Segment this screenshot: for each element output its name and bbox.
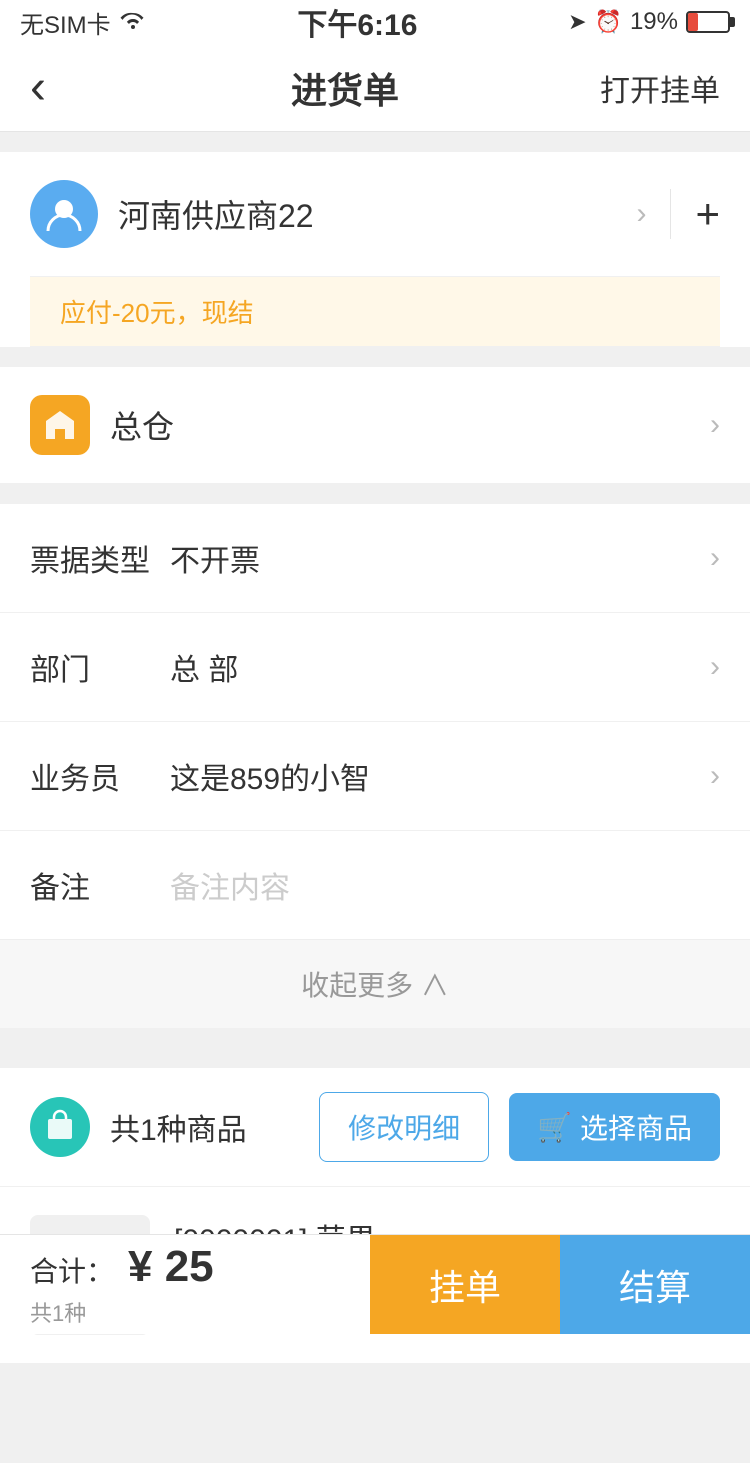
battery-icon [686,11,730,33]
battery-label: 19% [630,8,678,36]
department-row[interactable]: 部门 总 部 › [0,612,750,721]
salesperson-value: 这是859的小智 [170,754,710,798]
department-value: 总 部 [170,645,710,689]
warehouse-row[interactable]: 总仓 › [30,367,720,483]
bottom-total: 合计： ¥ 25 共1种 [0,1235,370,1334]
add-supplier-button[interactable]: + [695,190,720,238]
page-title: 进货单 [291,62,399,114]
nav-bar: ‹ 进货单 打开挂单 [0,44,750,132]
supplier-section: 河南供应商22 › + 应付-20元，现结 [0,152,750,347]
open-pending-button[interactable]: 打开挂单 [600,66,720,110]
supplier-notice: 应付-20元，现结 [30,277,720,347]
select-product-label: 选择商品 [580,1107,692,1147]
select-product-button[interactable]: 🛒 选择商品 [509,1093,720,1161]
section-divider-4 [0,1028,750,1048]
status-bar: 无SIM卡 下午6:16 ➤ ⏰ 19% [0,0,750,44]
invoice-type-chevron: › [710,541,720,575]
status-left: 无SIM卡 [20,5,147,40]
total-count: 共1种 [30,1296,214,1328]
add-divider [670,189,671,239]
remark-placeholder: 备注内容 [170,863,720,907]
location-icon: ➤ [568,9,586,35]
pending-button[interactable]: 挂单 [370,1235,560,1334]
bottom-bar: 合计： ¥ 25 共1种 挂单 结算 [0,1234,750,1334]
products-icon [30,1097,90,1157]
warehouse-icon [30,395,90,455]
collapse-toggle[interactable]: 收起更多 ∧ [0,939,750,1028]
section-divider-2 [0,347,750,367]
products-header: 共1种商品 修改明细 🛒 选择商品 [0,1068,750,1186]
collapse-label: 收起更多 ∧ [301,970,449,1001]
wifi-icon [119,8,147,36]
invoice-type-row[interactable]: 票据类型 不开票 › [0,503,750,612]
remark-row[interactable]: 备注 备注内容 [0,830,750,939]
salesperson-label: 业务员 [30,754,170,798]
remark-label: 备注 [30,863,170,907]
edit-detail-button[interactable]: 修改明细 [319,1092,489,1162]
supplier-avatar [30,180,98,248]
department-chevron: › [710,650,720,684]
invoice-type-value: 不开票 [170,536,710,580]
warehouse-name: 总仓 [110,402,710,448]
warehouse-section: 总仓 › [0,367,750,483]
department-label: 部门 [30,645,170,689]
supplier-name: 河南供应商22 [118,191,636,237]
checkout-button[interactable]: 结算 [560,1235,750,1334]
status-time: 下午6:16 [297,0,417,44]
carrier-label: 无SIM卡 [20,5,111,40]
alarm-icon: ⏰ [595,9,622,35]
bottom-spacer [0,1363,750,1463]
total-label: 合计： [30,1250,114,1290]
form-section: 票据类型 不开票 › 部门 总 部 › 业务员 这是859的小智 › 备注 备注… [0,503,750,939]
salesperson-chevron: › [710,759,720,793]
supplier-chevron-icon: › [636,197,646,231]
supplier-row[interactable]: 河南供应商22 › + [30,152,720,277]
warehouse-chevron-icon: › [710,408,720,442]
select-product-icon: 🛒 [537,1111,572,1144]
products-count: 共1种商品 [110,1105,299,1149]
invoice-type-label: 票据类型 [30,536,170,580]
section-divider-3 [0,483,750,503]
back-button[interactable]: ‹ [30,60,90,115]
status-right: ➤ ⏰ 19% [568,8,730,36]
salesperson-row[interactable]: 业务员 这是859的小智 › [0,721,750,830]
section-divider-1 [0,132,750,152]
total-amount: ¥ 25 [128,1242,214,1292]
